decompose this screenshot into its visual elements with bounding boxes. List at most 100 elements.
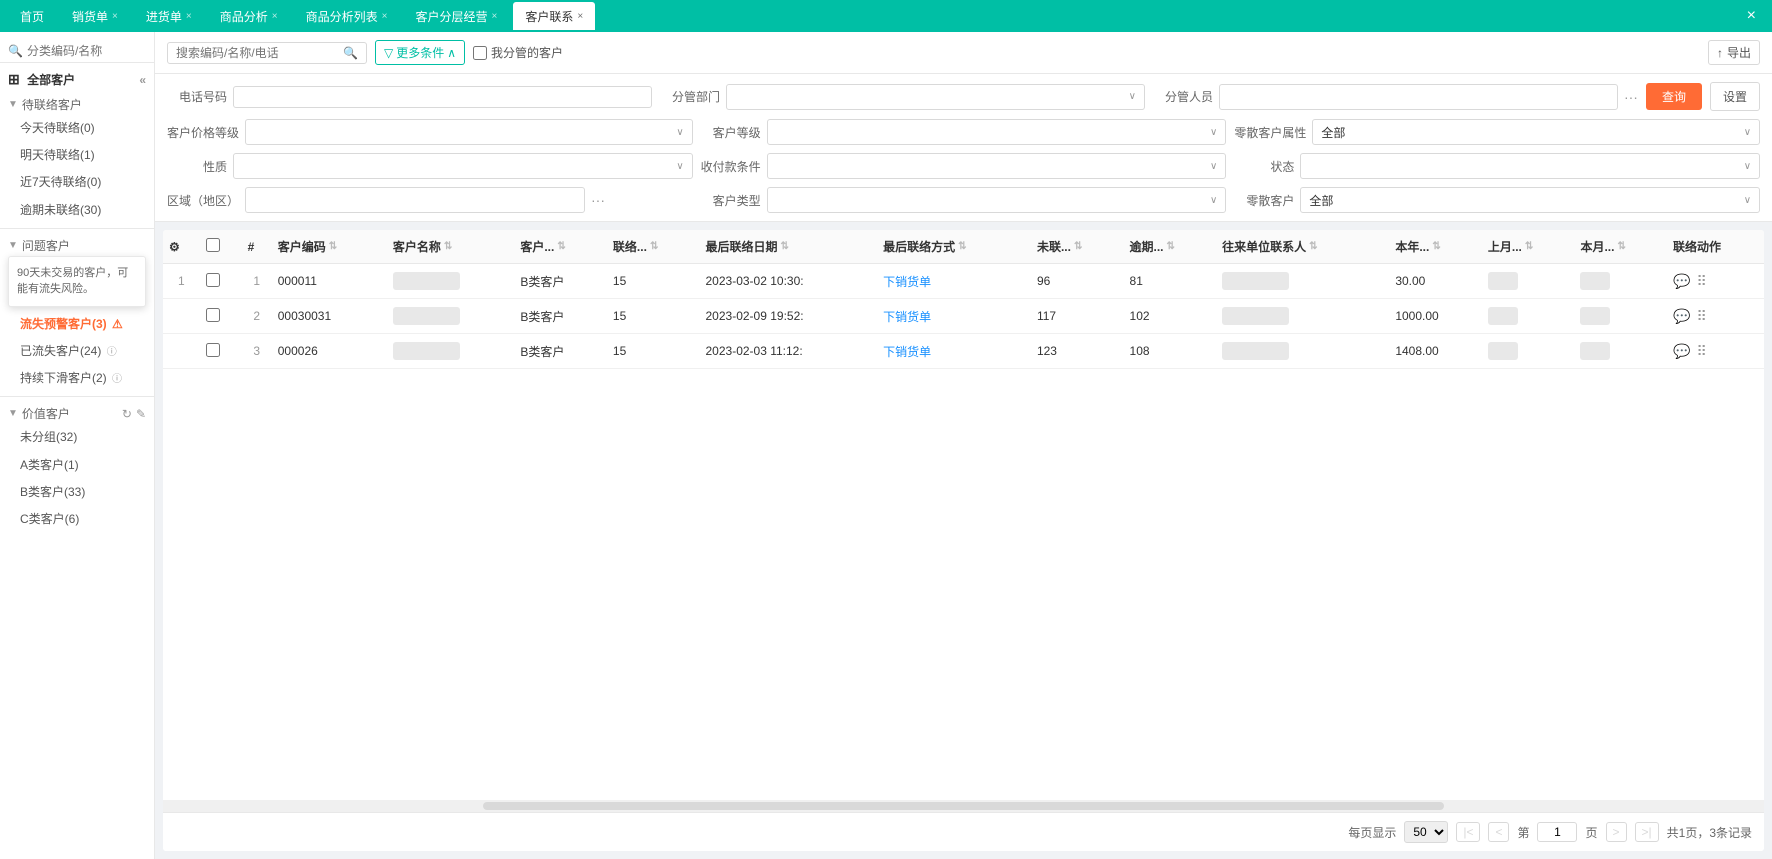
nav-tab-customer-segment-close[interactable]: × [491, 11, 497, 22]
row2-name: ██████ [387, 299, 514, 334]
row1-more-icon[interactable]: ⠿ [1696, 273, 1706, 290]
status-select[interactable]: ∨ [1300, 153, 1760, 179]
per-page-label: 每页显示 [1348, 824, 1396, 841]
next-page-button[interactable]: > [1606, 822, 1627, 842]
customer-type-arrow-icon: ∨ [1210, 195, 1217, 206]
price-grade-select[interactable]: ∨ [245, 119, 693, 145]
th-settings[interactable]: ⚙ [163, 230, 200, 264]
sidebar-item-churned[interactable]: 已流失客户(24) ⓘ [0, 338, 154, 365]
row2-num: 2 [242, 299, 272, 334]
row3-method-link[interactable]: 下销货单 [883, 345, 931, 359]
nav-home[interactable]: 首页 [8, 4, 56, 29]
nav-tab-purchase-close[interactable]: × [186, 11, 192, 22]
nav-tab-customer-segment[interactable]: 客户分层经营 × [403, 2, 509, 30]
nav-tab-analysis[interactable]: 商品分析 × [208, 2, 290, 30]
gender-select[interactable]: ∨ [233, 153, 693, 179]
sidebar-item-tomorrow-contact[interactable]: 明天待联络(1) [0, 142, 154, 169]
page-number-input[interactable] [1537, 822, 1577, 842]
sidebar-item-class-a[interactable]: A类客户(1) [0, 452, 154, 479]
row2-last-method[interactable]: 下销货单 [877, 299, 1031, 334]
edit-icon[interactable]: ✎ [136, 407, 146, 421]
nav-tab-customer-contact[interactable]: 客户联系 × [513, 2, 595, 30]
region-select[interactable] [245, 187, 585, 213]
grid-icon: ⊞ [8, 71, 20, 87]
person-more-icon[interactable]: ··· [1624, 89, 1638, 105]
refresh-icon[interactable]: ↻ [122, 407, 132, 421]
th-actions-label: 联络动作 [1673, 238, 1721, 255]
phone-input[interactable] [233, 86, 652, 108]
row2-unit-blurred: ██████ [1222, 307, 1289, 325]
nav-tab-sales-close[interactable]: × [112, 11, 118, 22]
row1-chat-icon[interactable]: 💬 [1673, 273, 1690, 290]
sidebar-item-today-contact[interactable]: 今天待联络(0) [0, 115, 154, 142]
nav-tab-analysis-list-close[interactable]: × [382, 11, 388, 22]
horizontal-scrollbar[interactable] [163, 800, 1764, 812]
row1-checkbox[interactable] [206, 273, 220, 287]
retail-customer-select[interactable]: 全部 ∨ [1300, 187, 1760, 213]
nav-tab-analysis-list[interactable]: 商品分析列表 × [294, 2, 400, 30]
nav-tab-customer-contact-close[interactable]: × [577, 11, 583, 22]
th-type[interactable]: 客户...⇅ [514, 230, 607, 264]
sidebar-item-class-b[interactable]: B类客户(33) [0, 479, 154, 506]
customer-grade-select[interactable]: ∨ [767, 119, 1227, 145]
dept-select[interactable]: ∨ [726, 84, 1145, 110]
row2-chat-icon[interactable]: 💬 [1673, 308, 1690, 325]
th-unit-contact[interactable]: 往来单位联系人⇅ [1216, 230, 1389, 264]
row2-checkbox-cell [200, 299, 242, 334]
th-last-month[interactable]: 上月...⇅ [1482, 230, 1575, 264]
sidebar-item-overdue-contact[interactable]: 逾期未联络(30) [0, 197, 154, 224]
export-button[interactable]: ↑ 导出 [1708, 40, 1760, 65]
first-page-button[interactable]: |< [1456, 822, 1480, 842]
th-last-contact-date[interactable]: 最后联络日期⇅ [700, 230, 878, 264]
per-page-select[interactable]: 50 [1404, 821, 1448, 843]
payment-select[interactable]: ∨ [767, 153, 1227, 179]
sidebar-search-input[interactable] [27, 44, 146, 58]
row1-this-month: ██ [1574, 264, 1667, 299]
last-page-button[interactable]: >| [1635, 822, 1659, 842]
row3-actions: 💬 ⠿ [1667, 334, 1764, 369]
nav-tab-sales[interactable]: 销货单 × [60, 2, 130, 30]
select-all-checkbox[interactable] [206, 238, 220, 252]
th-this-month[interactable]: 本月...⇅ [1574, 230, 1667, 264]
settings-button[interactable]: 设置 [1710, 82, 1760, 111]
more-conditions-button[interactable]: ▽ 更多条件 ∧ [375, 40, 465, 65]
row3-last-month-blurred: ██ [1488, 342, 1518, 360]
search-input[interactable] [176, 46, 339, 60]
row3-chat-icon[interactable]: 💬 [1673, 343, 1690, 360]
row3-more-icon[interactable]: ⠿ [1696, 343, 1706, 360]
retail-attr-select[interactable]: 全部 ∨ [1312, 119, 1760, 145]
customer-type-select[interactable]: ∨ [767, 187, 1227, 213]
row2-method-link[interactable]: 下销货单 [883, 310, 931, 324]
sidebar-item-class-c[interactable]: C类客户(6) [0, 506, 154, 533]
th-overdue[interactable]: 逾期...⇅ [1124, 230, 1217, 264]
th-name[interactable]: 客户名称⇅ [387, 230, 514, 264]
sidebar-item-ungrouped[interactable]: 未分组(32) [0, 424, 154, 451]
row1-last-method[interactable]: 下销货单 [877, 264, 1031, 299]
row1-method-link[interactable]: 下销货单 [883, 275, 931, 289]
window-close-button[interactable]: × [1739, 7, 1764, 25]
th-this-year[interactable]: 本年...⇅ [1389, 230, 1482, 264]
nav-tab-purchase[interactable]: 进货单 × [134, 2, 204, 30]
th-last-contact-method[interactable]: 最后联络方式⇅ [877, 230, 1031, 264]
region-more-icon[interactable]: ··· [591, 192, 605, 208]
th-contact[interactable]: 联络...⇅ [607, 230, 700, 264]
th-uncontacted[interactable]: 未联...⇅ [1031, 230, 1124, 264]
query-button[interactable]: 查询 [1646, 83, 1702, 110]
my-customers-checkbox[interactable] [473, 46, 487, 60]
row3-this-month-blurred: ██ [1580, 342, 1610, 360]
all-customers-header[interactable]: ⊞ 全部客户 « [0, 67, 154, 92]
this-month-sort-icon: ⇅ [1617, 241, 1625, 252]
sidebar-collapse-button[interactable]: « [139, 73, 146, 87]
row3-checkbox[interactable] [206, 343, 220, 357]
th-code[interactable]: 客户编码⇅ [272, 230, 387, 264]
row3-last-method[interactable]: 下销货单 [877, 334, 1031, 369]
th-checkbox[interactable] [200, 230, 242, 264]
sidebar-item-churn-warning[interactable]: 流失预警客户(3) ⚠ [0, 311, 154, 338]
sidebar-item-declining[interactable]: 持续下滑客户(2) ⓘ [0, 365, 154, 392]
person-select[interactable] [1219, 84, 1618, 110]
prev-page-button[interactable]: < [1488, 822, 1509, 842]
row2-checkbox[interactable] [206, 308, 220, 322]
nav-tab-analysis-close[interactable]: × [272, 11, 278, 22]
sidebar-item-7day-contact[interactable]: 近7天待联络(0) [0, 169, 154, 196]
row2-more-icon[interactable]: ⠿ [1696, 308, 1706, 325]
